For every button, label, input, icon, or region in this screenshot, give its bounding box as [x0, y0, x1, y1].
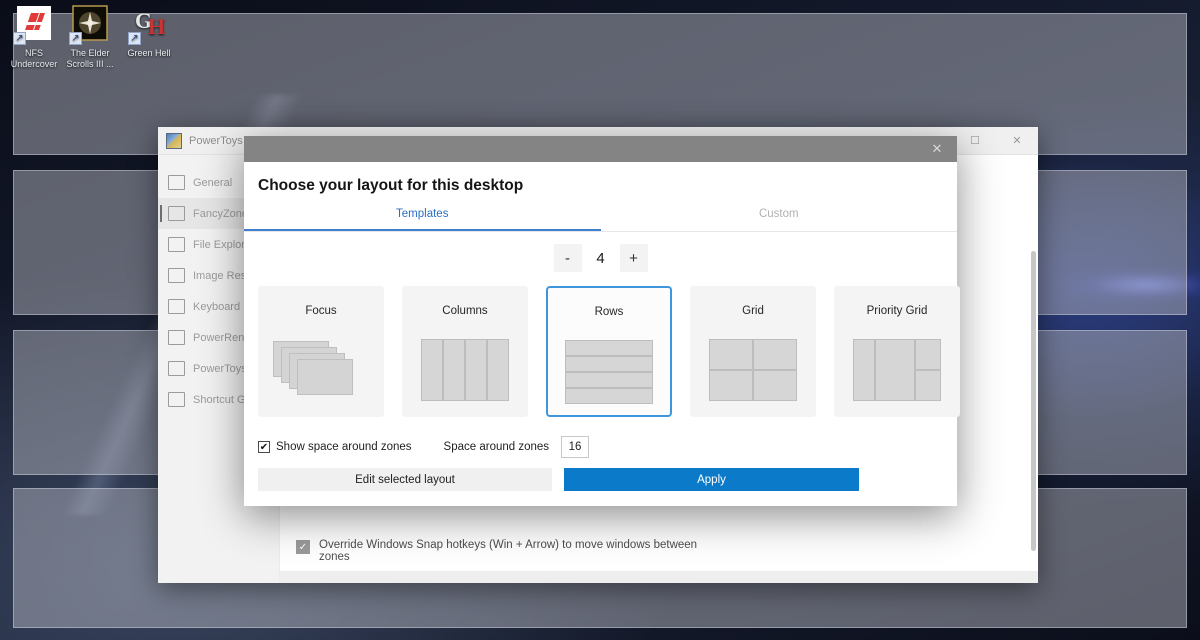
layout-card-rows[interactable]: Rows: [546, 286, 672, 417]
green-hell-icon: G H ↗: [129, 4, 169, 44]
edit-selected-layout-button[interactable]: Edit selected layout: [258, 468, 552, 491]
layout-card-grid[interactable]: Grid: [690, 286, 816, 417]
layout-template-list: Focus Columns Rows: [258, 286, 960, 417]
desktop-icon-label: Green Hell: [127, 48, 170, 58]
apply-button[interactable]: Apply: [564, 468, 859, 491]
shortcut-icon: [168, 392, 185, 407]
layout-chooser-dialog: ✕ Choose your layout for this desktop Te…: [244, 136, 957, 506]
rows-layout-preview: [561, 336, 657, 404]
desktop-icon-green-hell[interactable]: G H ↗ Green Hell: [117, 4, 181, 59]
checkbox-override-snap-hotkeys[interactable]: ✓: [296, 540, 310, 554]
content-footer-strip: [280, 571, 1038, 583]
gear-icon: [168, 175, 185, 190]
grid-layout-preview: [705, 335, 801, 403]
columns-layout-preview: [417, 335, 513, 403]
decrement-button[interactable]: -: [554, 244, 582, 272]
dialog-tabs: Templates Custom: [244, 208, 957, 232]
content-scrollbar[interactable]: [1031, 251, 1036, 551]
layout-card-label: Grid: [742, 305, 764, 317]
powertoys-app-icon: [166, 133, 182, 149]
folder-icon: [168, 237, 185, 252]
zone-count-value: 4: [592, 250, 610, 267]
close-button[interactable]: ✕: [996, 127, 1038, 155]
layout-card-priority-grid[interactable]: Priority Grid: [834, 286, 960, 417]
space-around-zones-input[interactable]: 16: [561, 436, 589, 458]
image-icon: [168, 268, 185, 283]
window-controls: ☐ ✕: [954, 127, 1038, 155]
layout-card-focus[interactable]: Focus: [258, 286, 384, 417]
focus-layout-preview: [273, 335, 369, 403]
option-override-snap-hotkeys[interactable]: ✓ Override Windows Snap hotkeys (Win + A…: [296, 539, 726, 563]
nfs-undercover-icon: ↗: [14, 4, 54, 44]
maximize-button[interactable]: ☐: [954, 127, 996, 155]
dialog-heading: Choose your layout for this desktop: [258, 177, 523, 195]
tab-custom[interactable]: Custom: [601, 208, 958, 231]
layout-card-label: Priority Grid: [867, 305, 928, 317]
desktop-icon-label: The Elder Scrolls III ...: [66, 48, 113, 69]
desktop-icon-label: NFS Undercover: [11, 48, 58, 69]
tab-templates[interactable]: Templates: [244, 208, 601, 231]
shortcut-arrow-badge: ↗: [128, 32, 141, 45]
rename-icon: [168, 330, 185, 345]
priority-grid-layout-preview: [849, 335, 945, 403]
increment-button[interactable]: +: [620, 244, 648, 272]
layout-card-label: Focus: [305, 305, 336, 317]
show-space-label: Show space around zones: [276, 441, 412, 453]
shortcut-arrow-badge: ↗: [69, 32, 82, 45]
layout-card-columns[interactable]: Columns: [402, 286, 528, 417]
space-around-zones-label: Space around zones: [444, 441, 550, 453]
desktop-icon-elder-scrolls[interactable]: ↗ The Elder Scrolls III ...: [58, 4, 122, 70]
spacing-controls-row: ✔ Show space around zones Space around z…: [258, 436, 943, 458]
elder-scrolls-icon: ↗: [70, 4, 110, 44]
svg-text:H: H: [148, 14, 165, 39]
keyboard-icon: [168, 299, 185, 314]
dialog-titlebar[interactable]: ✕: [244, 136, 957, 162]
layout-card-label: Rows: [595, 306, 624, 318]
run-icon: [168, 361, 185, 376]
zone-count-stepper: - 4 +: [244, 244, 957, 272]
desktop-icon-nfs-undercover[interactable]: ↗ NFS Undercover: [2, 4, 66, 70]
sidebar-item-label: General: [193, 177, 232, 189]
zones-icon: [168, 206, 185, 221]
close-icon[interactable]: ✕: [917, 136, 957, 162]
layout-card-label: Columns: [442, 305, 487, 317]
checkbox-show-space-around-zones[interactable]: ✔: [258, 441, 270, 453]
dialog-action-buttons: Edit selected layout Apply: [258, 468, 943, 491]
option-label: Override Windows Snap hotkeys (Win + Arr…: [319, 539, 726, 563]
shortcut-arrow-badge: ↗: [13, 32, 26, 45]
